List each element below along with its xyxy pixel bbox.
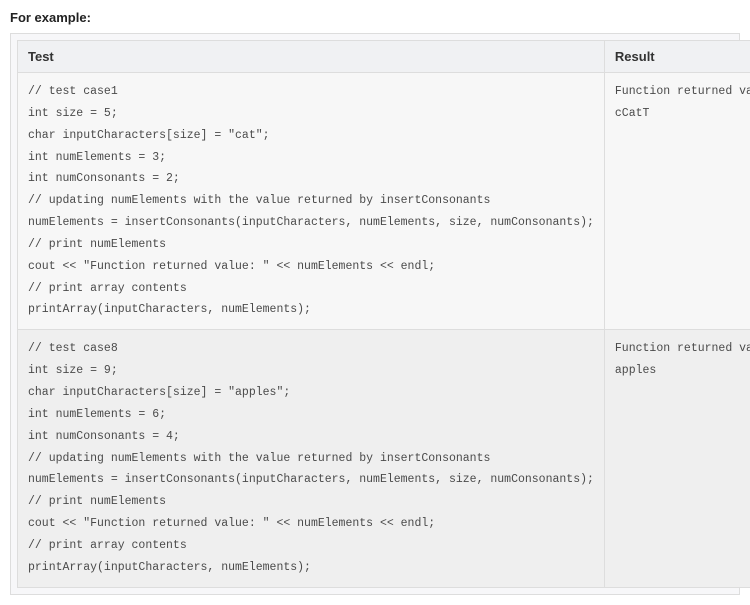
table-row: // test case1 int size = 5; char inputCh…	[18, 73, 750, 330]
result-cell: Function returned value: 5 cCatT	[604, 73, 750, 330]
header-test: Test	[18, 41, 605, 73]
example-container: Test Result // test case1 int size = 5; …	[10, 33, 740, 595]
table-header-row: Test Result	[18, 41, 750, 73]
test-cell: // test case8 int size = 9; char inputCh…	[18, 330, 605, 587]
test-cell: // test case1 int size = 5; char inputCh…	[18, 73, 605, 330]
example-table: Test Result // test case1 int size = 5; …	[17, 40, 750, 588]
result-cell: Function returned value: 6 apples	[604, 330, 750, 587]
example-heading: For example:	[10, 10, 740, 25]
header-result: Result	[604, 41, 750, 73]
table-row: // test case8 int size = 9; char inputCh…	[18, 330, 750, 587]
